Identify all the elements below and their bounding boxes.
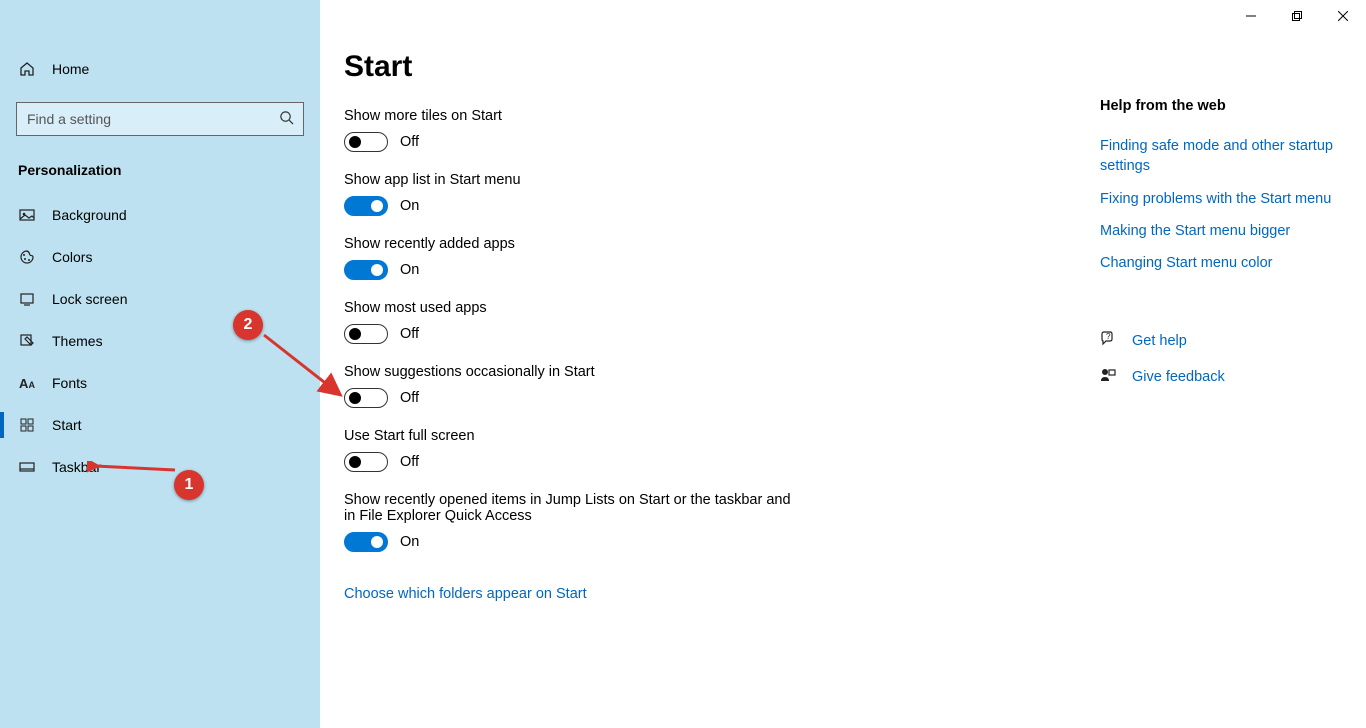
- background-icon: [18, 206, 36, 224]
- sidebar-item-label: Taskbar: [52, 459, 101, 475]
- setting-3: Show most used apps Off: [344, 300, 1064, 344]
- toggle-state: On: [400, 198, 419, 214]
- toggle-state: On: [400, 262, 419, 278]
- setting-0: Show more tiles on Start Off: [344, 108, 1064, 152]
- colors-icon: [18, 248, 36, 266]
- sidebar-home[interactable]: Home: [0, 50, 320, 88]
- toggle-switch[interactable]: [344, 388, 388, 408]
- help-icon: ?: [1100, 331, 1118, 351]
- sidebar-home-label: Home: [52, 61, 89, 77]
- toggle-state: Off: [400, 454, 419, 470]
- setting-2: Show recently added apps On: [344, 236, 1064, 280]
- sidebar: Home Personalization Background Colors Loc…: [0, 0, 320, 728]
- toggle-label: Show app list in Start menu: [344, 172, 804, 188]
- sidebar-item-start[interactable]: Start: [0, 404, 320, 446]
- close-button[interactable]: [1320, 0, 1366, 32]
- fonts-icon: AA: [18, 374, 36, 392]
- start-icon: [18, 416, 36, 434]
- toggle-switch[interactable]: [344, 260, 388, 280]
- window-controls: [1228, 0, 1366, 32]
- toggle-switch[interactable]: [344, 532, 388, 552]
- toggle-state: Off: [400, 134, 419, 150]
- choose-folders-link[interactable]: Choose which folders appear on Start: [344, 586, 587, 602]
- annotation-badge-1: 1: [174, 470, 204, 500]
- toggle-switch[interactable]: [344, 196, 388, 216]
- toggle-label: Show most used apps: [344, 300, 804, 316]
- sidebar-item-fonts[interactable]: AA Fonts: [0, 362, 320, 404]
- toggle-label: Show more tiles on Start: [344, 108, 804, 124]
- page-title: Start: [344, 50, 1064, 84]
- setting-1: Show app list in Start menu On: [344, 172, 1064, 216]
- sidebar-item-label: Fonts: [52, 375, 87, 391]
- sidebar-item-label: Background: [52, 207, 127, 223]
- toggle-state: On: [400, 534, 419, 550]
- setting-4: Show suggestions occasionally in Start Of…: [344, 364, 1064, 408]
- help-link-3[interactable]: Changing Start menu color: [1100, 253, 1340, 273]
- sidebar-item-label: Colors: [52, 249, 92, 265]
- maximize-button[interactable]: [1274, 0, 1320, 32]
- taskbar-icon: [18, 458, 36, 476]
- main-content: Start Show more tiles on Start Off Show ap…: [344, 50, 1064, 603]
- svg-text:?: ?: [1106, 332, 1111, 341]
- feedback-icon: [1100, 367, 1118, 387]
- help-panel: Help from the web Finding safe mode and …: [1100, 98, 1340, 387]
- toggle-label: Use Start full screen: [344, 428, 804, 444]
- aside-action-give-feedback[interactable]: Give feedback: [1100, 367, 1340, 387]
- annotation-badge-2: 2: [233, 310, 263, 340]
- minimize-icon: [1246, 11, 1256, 21]
- toggle-switch[interactable]: [344, 452, 388, 472]
- toggle-label: Show recently opened items in Jump Lists…: [344, 492, 804, 524]
- sidebar-item-themes[interactable]: Themes: [0, 320, 320, 362]
- help-link-0[interactable]: Finding safe mode and other startup sett…: [1100, 136, 1340, 177]
- sidebar-item-background[interactable]: Background: [0, 194, 320, 236]
- home-icon: [18, 60, 36, 78]
- themes-icon: [18, 332, 36, 350]
- toggle-label: Show recently added apps: [344, 236, 804, 252]
- aside-action-get-help[interactable]: ? Get help: [1100, 331, 1340, 351]
- sidebar-item-label: Themes: [52, 333, 103, 349]
- help-link-2[interactable]: Making the Start menu bigger: [1100, 221, 1340, 241]
- toggle-label: Show suggestions occasionally in Start: [344, 364, 804, 380]
- sidebar-category: Personalization: [0, 156, 320, 194]
- toggle-state: Off: [400, 390, 419, 406]
- toggle-state: Off: [400, 326, 419, 342]
- setting-5: Use Start full screen Off: [344, 428, 1064, 472]
- setting-6: Show recently opened items in Jump Lists…: [344, 492, 1064, 552]
- toggle-switch[interactable]: [344, 324, 388, 344]
- minimize-button[interactable]: [1228, 0, 1274, 32]
- search-input[interactable]: [16, 102, 304, 136]
- sidebar-item-taskbar[interactable]: Taskbar: [0, 446, 320, 488]
- help-link-1[interactable]: Fixing problems with the Start menu: [1100, 189, 1340, 209]
- aside-action-label: Get help: [1132, 333, 1187, 349]
- sidebar-item-label: Start: [52, 417, 82, 433]
- sidebar-item-label: Lock screen: [52, 291, 127, 307]
- toggle-switch[interactable]: [344, 132, 388, 152]
- help-heading: Help from the web: [1100, 98, 1340, 114]
- sidebar-item-lock-screen[interactable]: Lock screen: [0, 278, 320, 320]
- close-icon: [1338, 11, 1348, 21]
- lockscreen-icon: [18, 290, 36, 308]
- sidebar-item-colors[interactable]: Colors: [0, 236, 320, 278]
- aside-action-label: Give feedback: [1132, 369, 1225, 385]
- maximize-icon: [1292, 11, 1302, 21]
- search-wrap: [16, 102, 304, 136]
